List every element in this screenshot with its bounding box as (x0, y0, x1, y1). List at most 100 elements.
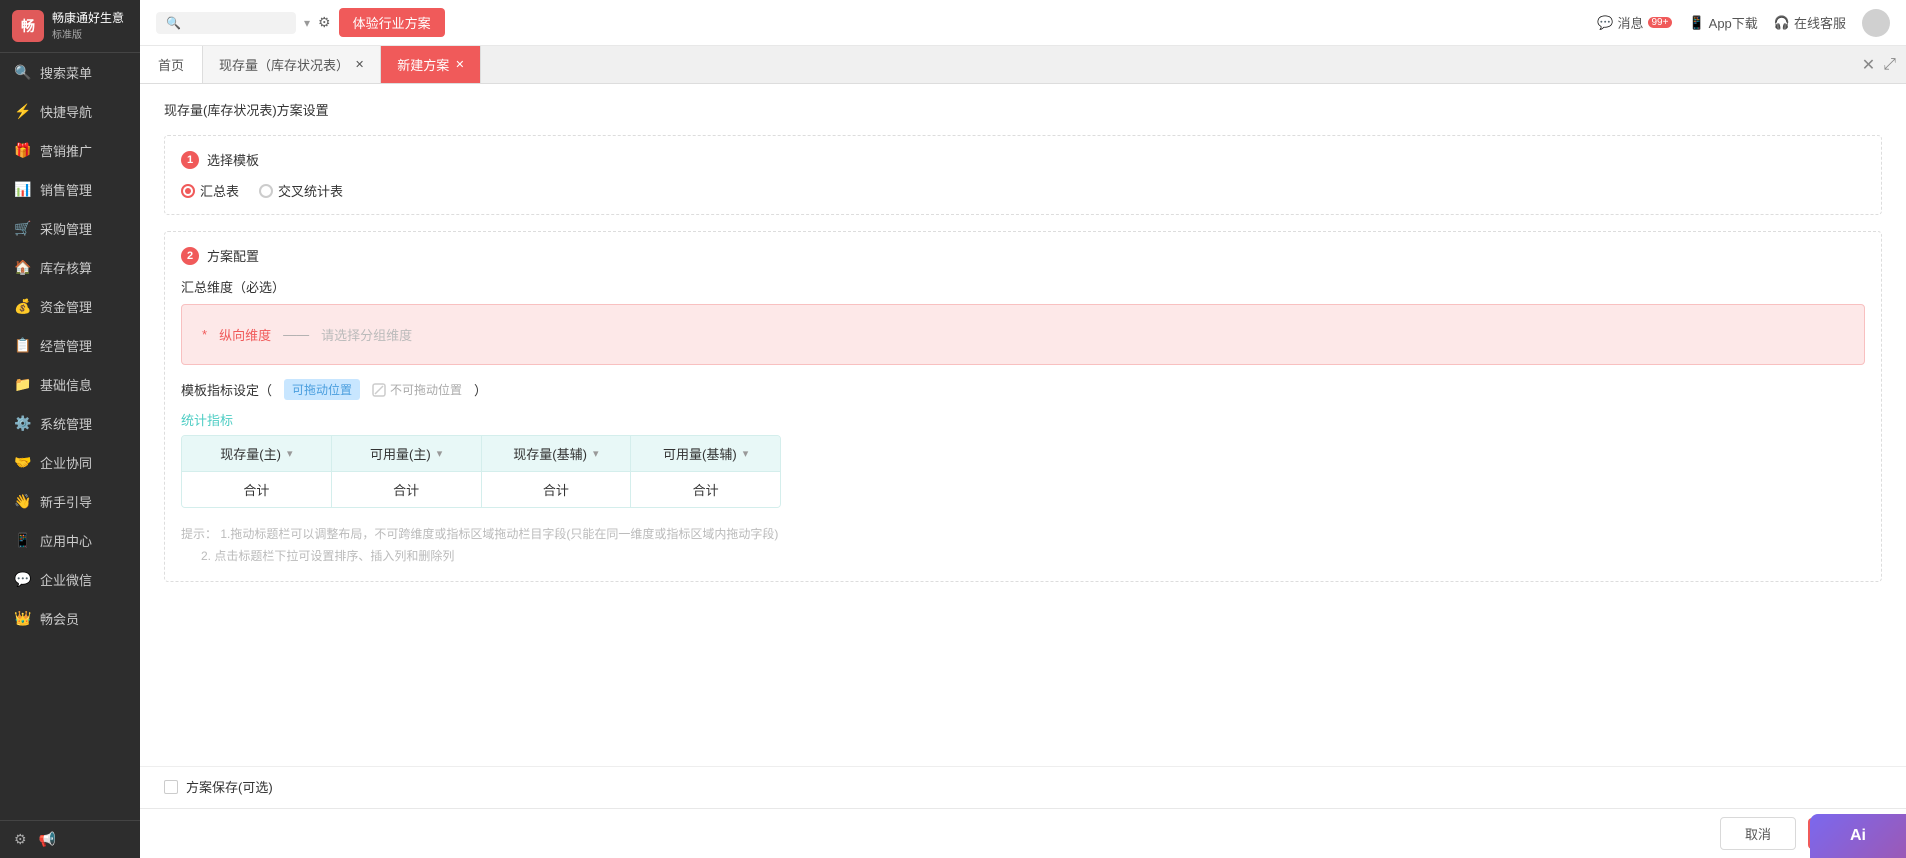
message-icon: 💬 (1597, 15, 1613, 31)
tip2: 2. 点击标题栏下拉可设置排序、插入列和删除列 (201, 546, 1865, 568)
tab-home[interactable]: 首页 (140, 46, 203, 83)
tips-section: 提示： 1.拖动标题栏可以调整布局，不可跨维度或指标区域拖动栏目字段(只能在同一… (181, 524, 1865, 567)
stats-section-label: 统计指标 (181, 410, 1865, 429)
topbar-search-box[interactable]: 🔍 (156, 12, 296, 34)
app-download-wrap[interactable]: 📱 App下载 (1688, 13, 1757, 32)
sidebar-item-finance[interactable]: 💰 资金管理 (0, 287, 140, 326)
stats-col-cell-3: 合计 (631, 472, 780, 507)
chat-icon: 💬 (14, 571, 32, 588)
tabbar: 首页 现存量（库存状况表） ✕ 新建方案 ✕ ✕ ⤢ (140, 46, 1906, 84)
sidebar-item-sales[interactable]: 📊 销售管理 (0, 170, 140, 209)
ai-float-button[interactable]: Ai (1810, 814, 1906, 858)
stats-col-cell-2: 合计 (482, 472, 631, 507)
search-icon: 🔍 (166, 16, 181, 30)
tab-new-scheme-label: 新建方案 (397, 55, 449, 74)
cancel-button[interactable]: 取消 (1720, 817, 1796, 850)
settings-icon[interactable]: ⚙ (14, 831, 27, 848)
radio-cross[interactable]: 交叉统计表 (259, 181, 343, 200)
tab-close-active-icon[interactable]: ✕ (455, 58, 464, 71)
sidebar-item-app-center[interactable]: 📱 应用中心 (0, 521, 140, 560)
section2-num: 2 (181, 247, 199, 265)
gift-icon: 🎁 (14, 142, 32, 159)
crown-icon: 👑 (14, 610, 32, 627)
stats-col-header-2[interactable]: 现存量(基辅) ▾ (482, 436, 631, 472)
section1-title: 选择模板 (207, 150, 259, 169)
sidebar-item-guide[interactable]: 👋 新手引导 (0, 482, 140, 521)
sidebar-logo: 畅 畅康通好生意 标准版 (0, 0, 140, 53)
radio-cross-circle (259, 184, 273, 198)
save-checkbox[interactable] (164, 780, 178, 794)
stats-col-cell-0: 合计 (182, 472, 331, 507)
search-icon: 🔍 (14, 64, 32, 81)
dimension-area: * 纵向维度 —— 请选择分组维度 (181, 304, 1865, 365)
section1-num: 1 (181, 151, 199, 169)
chart-icon: 📊 (14, 181, 32, 198)
sidebar-item-marketing[interactable]: 🎁 营销推广 (0, 131, 140, 170)
stats-col-header-3[interactable]: 可用量(基辅) ▾ (631, 436, 780, 472)
expand-icon[interactable]: ⤢ (1883, 56, 1896, 74)
tabbar-controls: ✕ ⤢ (1862, 55, 1906, 75)
chevron-down-icon-2: ▾ (593, 447, 599, 460)
sidebar-item-quicknav[interactable]: ⚡ 快捷导航 (0, 92, 140, 131)
stats-col-cell-1: 合计 (332, 472, 481, 507)
tab-inventory[interactable]: 现存量（库存状况表） ✕ (203, 46, 381, 83)
section2-title: 方案配置 (207, 246, 259, 265)
chevron-down-icon-0: ▾ (287, 447, 293, 460)
stats-col-header-0[interactable]: 现存量(主) ▾ (182, 436, 331, 472)
stats-table: 现存量(主) ▾ 合计 可用量(主) ▾ 合计 (181, 435, 781, 508)
online-service-label: 在线客服 (1794, 13, 1846, 32)
minimize-icon[interactable]: ✕ (1862, 55, 1875, 75)
sidebar-item-purchase[interactable]: 🛒 采购管理 (0, 209, 140, 248)
indicator-settings-label: 模板指标设定（ 可拖动位置 不可拖动位置 ） (181, 379, 1865, 400)
main-container: 🔍 ▾ ⚙ 体验行业方案 💬 消息 99+ 📱 App下载 🎧 在线客服 (140, 0, 1906, 858)
topbar-left: 🔍 ▾ ⚙ 体验行业方案 (156, 8, 445, 37)
app-logo-icon: 畅 (12, 10, 44, 42)
sidebar-item-label: 经营管理 (40, 336, 92, 355)
dim-placeholder[interactable]: 请选择分组维度 (321, 325, 412, 344)
chevron-down-icon-3: ▾ (743, 447, 749, 460)
radio-summary[interactable]: 汇总表 (181, 181, 239, 200)
ai-label: Ai (1850, 827, 1866, 845)
tab-new-scheme[interactable]: 新建方案 ✕ (381, 46, 481, 83)
dropdown-arrow-icon[interactable]: ▾ (304, 16, 310, 30)
sidebar-item-label: 应用中心 (40, 531, 92, 550)
sidebar-item-label: 资金管理 (40, 297, 92, 316)
bottom-bar: 取消 查询 (140, 808, 1906, 858)
sidebar-item-weixin[interactable]: 💬 企业微信 (0, 560, 140, 599)
online-service-wrap[interactable]: 🎧 在线客服 (1774, 13, 1846, 32)
message-badge-wrap[interactable]: 💬 消息 99+ (1597, 13, 1672, 32)
sidebar-item-label: 基础信息 (40, 375, 92, 394)
sidebar-item-label: 快捷导航 (40, 102, 92, 121)
sidebar-item-basic-info[interactable]: 📁 基础信息 (0, 365, 140, 404)
speaker-icon[interactable]: 📢 (39, 831, 56, 848)
sidebar-nav: 🔍 搜索菜单 ⚡ 快捷导航 🎁 营销推广 📊 销售管理 🛒 采购管理 🏠 库存核… (0, 53, 140, 820)
trial-button[interactable]: 体验行业方案 (339, 8, 445, 37)
sidebar-item-inventory[interactable]: 🏠 库存核算 (0, 248, 140, 287)
folder-icon: 📁 (14, 376, 32, 393)
dim-field-label: 纵向维度 (219, 325, 271, 344)
badge-draggable: 可拖动位置 (284, 379, 360, 400)
sidebar-item-label: 销售管理 (40, 180, 92, 199)
avatar[interactable] (1862, 9, 1890, 37)
app-download-label: App下载 (1709, 13, 1758, 32)
gear-icon: ⚙️ (14, 415, 32, 432)
phone-icon: 📱 (1688, 15, 1704, 31)
sidebar-item-search[interactable]: 🔍 搜索菜单 (0, 53, 140, 92)
tab-close-icon[interactable]: ✕ (355, 58, 364, 71)
mobile-icon: 📱 (14, 532, 32, 549)
lightning-icon: ⚡ (14, 103, 32, 120)
sidebar-item-system[interactable]: ⚙️ 系统管理 (0, 404, 140, 443)
sidebar-item-member[interactable]: 👑 畅会员 (0, 599, 140, 638)
sidebar-item-label: 畅会员 (40, 609, 79, 628)
chevron-down-icon-1: ▾ (437, 447, 443, 460)
stats-col-header-1[interactable]: 可用量(主) ▾ (332, 436, 481, 472)
dim-required-mark: * (202, 327, 207, 342)
save-row: 方案保存(可选) (140, 766, 1906, 806)
stats-col-3: 可用量(基辅) ▾ 合计 (631, 436, 780, 507)
topbar-gear-icon[interactable]: ⚙ (318, 14, 331, 31)
sidebar-item-operations[interactable]: 📋 经营管理 (0, 326, 140, 365)
stats-col-name-1: 可用量(主) (370, 444, 431, 463)
tip1: 1.拖动标题栏可以调整布局，不可跨维度或指标区域拖动栏目字段(只能在同一维度或指… (220, 527, 778, 541)
sidebar-item-enterprise[interactable]: 🤝 企业协同 (0, 443, 140, 482)
radio-summary-label: 汇总表 (200, 181, 239, 200)
